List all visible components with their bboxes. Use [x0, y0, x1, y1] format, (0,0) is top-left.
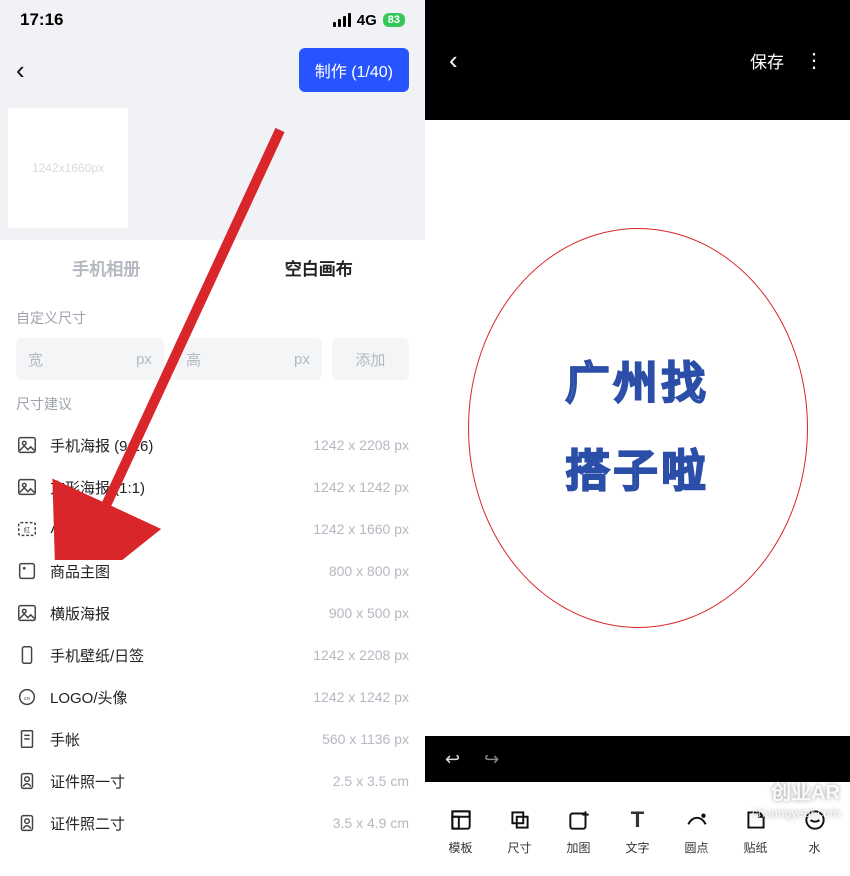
size-row-2[interactable]: 红 小红书配图 1242 x 1660 px	[16, 508, 409, 550]
size-row-name: 横版海报	[50, 603, 110, 624]
size-row-1[interactable]: 方形海报 (1:1) 1242 x 1242 px	[16, 466, 409, 508]
size-row-icon	[16, 812, 38, 834]
left-screen: 17:16 4G 83 ‹ 制作 (1/40) 1242x1660px 手机相册…	[0, 0, 425, 876]
tab-blank-canvas[interactable]: 空白画布	[213, 255, 426, 280]
size-row-icon	[16, 770, 38, 792]
size-row-icon	[16, 434, 38, 456]
size-row-dim: 2.5 x 3.5 cm	[333, 773, 409, 789]
canvas-text-line2: 搭子啦	[566, 428, 710, 516]
size-row-icon	[16, 644, 38, 666]
size-row-5[interactable]: 手机壁纸/日签 1242 x 2208 px	[16, 634, 409, 676]
save-button[interactable]: 保存	[750, 48, 784, 73]
size-row-dim: 1242 x 1242 px	[313, 479, 409, 495]
size-row-icon	[16, 602, 38, 624]
size-row-7[interactable]: 手帐 560 x 1136 px	[16, 718, 409, 760]
size-row-6[interactable]: co LOGO/头像 1242 x 1242 px	[16, 676, 409, 718]
editor-back-icon[interactable]: ‹	[449, 45, 458, 76]
size-row-dim: 1242 x 1660 px	[313, 521, 409, 537]
status-bar: 17:16 4G 83	[0, 0, 425, 40]
size-row-name: 证件照二寸	[50, 813, 125, 834]
size-row-name: 小红书配图	[50, 519, 125, 540]
history-bar: ↩ ↪	[425, 736, 850, 782]
canvas-text[interactable]: 广州找 搭子啦	[566, 340, 710, 516]
undo-icon[interactable]: ↩	[445, 749, 460, 770]
more-icon[interactable]: ⋮	[804, 48, 826, 73]
size-row-dim: 900 x 500 px	[329, 605, 409, 621]
watermark-logo-icon	[736, 782, 762, 806]
svg-text:红: 红	[24, 525, 31, 534]
right-screen: ‹ 保存 ⋮ 广州找 搭子啦 ↩ ↪ 模板 尺寸 加图 T文字圆点 贴纸 水 创业AR c…	[425, 0, 850, 876]
back-icon[interactable]: ‹	[16, 55, 25, 86]
selected-thumbnail[interactable]: 1242x1660px	[8, 108, 128, 228]
size-row-name: 方形海报 (1:1)	[50, 477, 145, 498]
size-row-dim: 800 x 800 px	[329, 563, 409, 579]
signal-icon	[333, 13, 351, 27]
suggest-heading: 尺寸建议	[0, 380, 425, 424]
size-row-8[interactable]: 证件照一寸 2.5 x 3.5 cm	[16, 760, 409, 802]
tool-dot[interactable]: 圆点	[669, 807, 725, 856]
tool-label: 水	[808, 839, 820, 856]
canvas-text-line1: 广州找	[566, 340, 710, 428]
tool-template[interactable]: 模板	[433, 807, 489, 856]
make-button[interactable]: 制作 (1/40)	[299, 48, 409, 92]
size-row-dim: 1242 x 2208 px	[313, 647, 409, 663]
source-tabs: 手机相册 空白画布	[0, 240, 425, 294]
height-unit: px	[294, 351, 310, 368]
size-row-3[interactable]: 商品主图 800 x 800 px	[16, 550, 409, 592]
size-row-icon	[16, 728, 38, 750]
size-row-name: LOGO/头像	[50, 687, 128, 708]
size-row-4[interactable]: 横版海报 900 x 500 px	[16, 592, 409, 634]
redo-icon[interactable]: ↪	[484, 749, 499, 770]
tool-label: 文字	[625, 839, 649, 856]
svg-text:co: co	[24, 696, 30, 702]
height-input[interactable]: 高 px	[174, 338, 322, 380]
size-row-name: 证件照一寸	[50, 771, 125, 792]
thumbnail-area: 1242x1660px	[0, 100, 425, 240]
size-suggestion-list: 手机海报 (9:16) 1242 x 2208 px 方形海报 (1:1) 1242 …	[0, 424, 425, 844]
size-row-name: 手机壁纸/日签	[50, 645, 144, 666]
tool-label: 圆点	[684, 839, 708, 856]
size-row-icon: co	[16, 686, 38, 708]
add-size-button[interactable]: 添加	[332, 338, 409, 380]
network-label: 4G	[357, 12, 377, 29]
battery-badge: 83	[383, 13, 405, 27]
size-row-icon	[16, 476, 38, 498]
size-row-name: 手帐	[50, 729, 80, 750]
tool-label: 贴纸	[743, 839, 767, 856]
watermark-brand: 创业AR	[771, 782, 840, 804]
tool-label: 模板	[448, 839, 472, 856]
tool-label: 加图	[566, 839, 590, 856]
tool-addimg[interactable]: 加图	[551, 807, 607, 856]
size-row-dim: 1242 x 2208 px	[313, 437, 409, 453]
status-time: 17:16	[20, 10, 63, 30]
custom-size-heading: 自定义尺寸	[0, 294, 425, 338]
size-row-dim: 1242 x 1242 px	[313, 689, 409, 705]
size-row-9[interactable]: 证件照二寸 3.5 x 4.9 cm	[16, 802, 409, 844]
size-row-dim: 560 x 1136 px	[322, 731, 409, 747]
size-row-name: 商品主图	[50, 561, 110, 582]
size-row-dim: 3.5 x 4.9 cm	[333, 815, 409, 831]
size-row-icon: 红	[16, 518, 38, 540]
thumb-placeholder: 1242x1660px	[32, 161, 104, 175]
size-row-0[interactable]: 手机海报 (9:16) 1242 x 2208 px	[16, 424, 409, 466]
tab-album[interactable]: 手机相册	[0, 255, 213, 280]
custom-size-row: 宽 px 高 px 添加	[0, 338, 425, 380]
status-right: 4G 83	[333, 12, 405, 29]
editor-canvas[interactable]: 广州找 搭子啦	[425, 120, 850, 736]
tool-label: 尺寸	[507, 839, 531, 856]
tool-size[interactable]: 尺寸	[492, 807, 548, 856]
size-row-name: 手机海报 (9:16)	[50, 435, 153, 456]
width-unit: px	[136, 351, 152, 368]
watermark: 创业AR chuangyear.com	[736, 776, 840, 820]
watermark-url: chuangyear.com	[752, 806, 840, 820]
width-input[interactable]: 宽 px	[16, 338, 164, 380]
width-label: 宽	[28, 349, 43, 370]
size-row-icon	[16, 560, 38, 582]
top-nav: ‹ 制作 (1/40)	[0, 40, 425, 100]
tool-text[interactable]: T文字	[610, 807, 666, 856]
editor-header: ‹ 保存 ⋮	[425, 0, 850, 120]
height-label: 高	[186, 349, 201, 370]
